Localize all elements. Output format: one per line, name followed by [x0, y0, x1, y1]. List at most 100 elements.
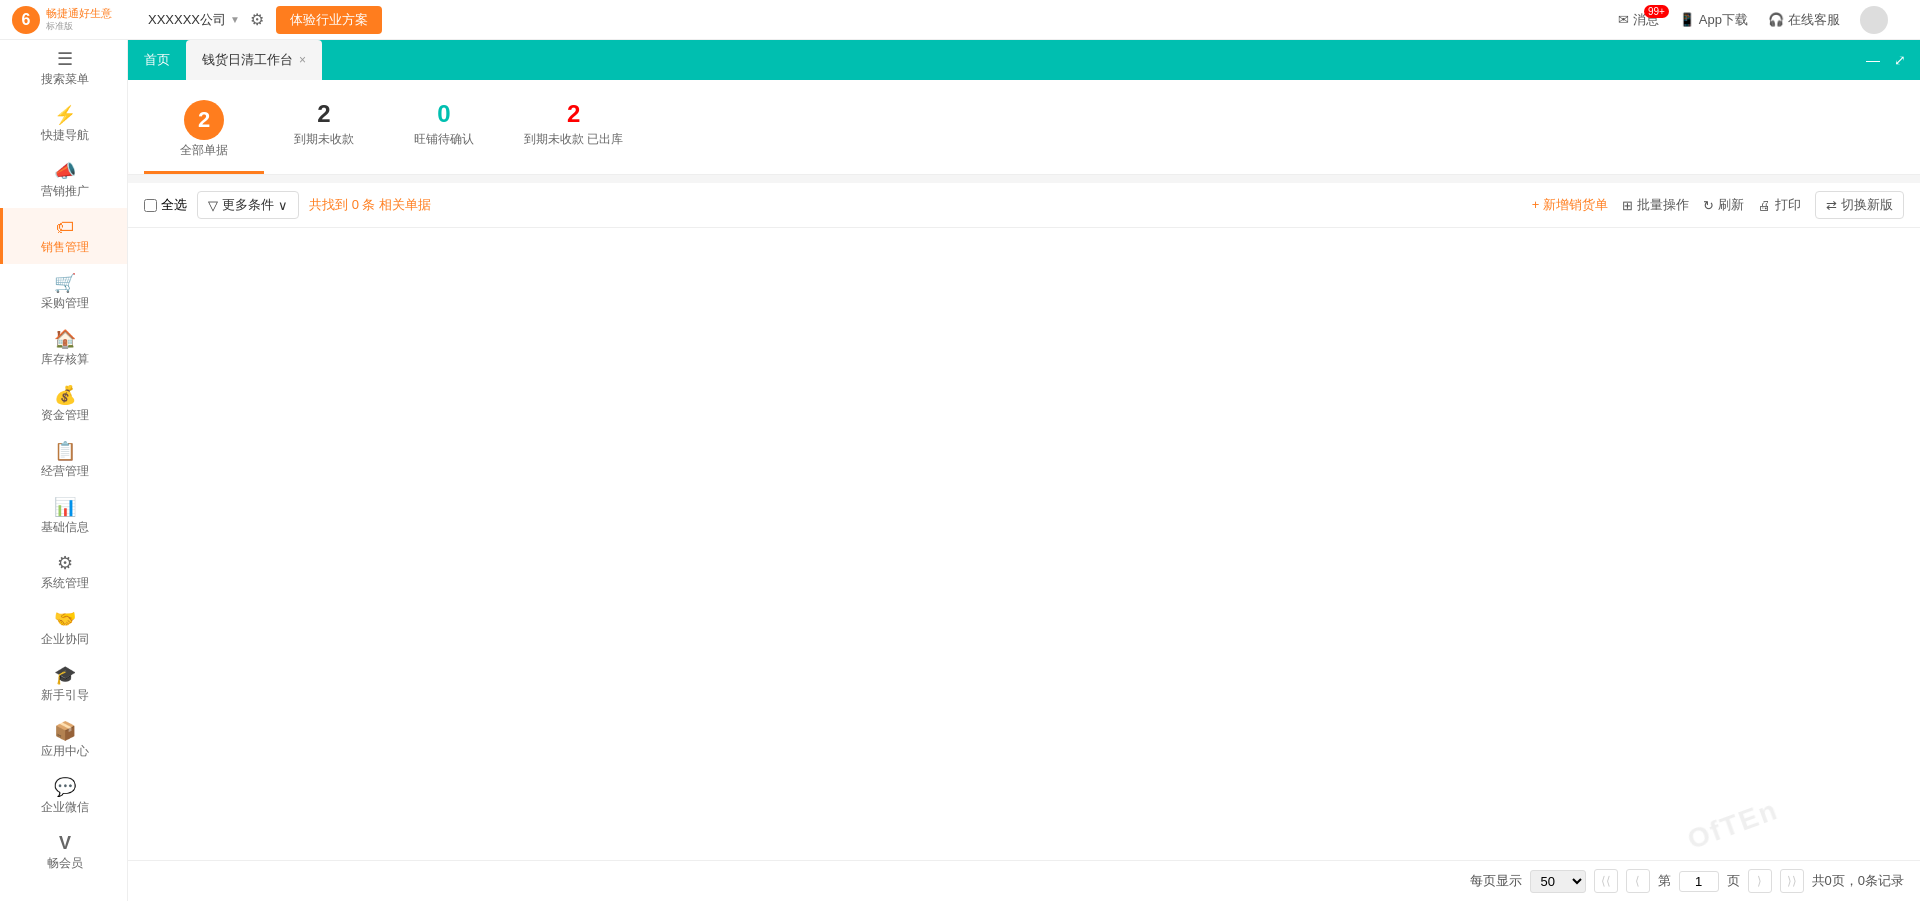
- filter-btn[interactable]: ▽ 更多条件 ∨: [197, 191, 299, 219]
- tab-bar: 首页 钱货日清工作台 × — ⤢: [128, 40, 1920, 80]
- count-text: 共找到: [309, 197, 348, 212]
- nav-icon: ⚡: [54, 106, 76, 124]
- online-service-item[interactable]: 🎧 在线客服: [1768, 11, 1840, 29]
- company-selector[interactable]: XXXXXX公司 ▼: [148, 11, 240, 29]
- prev-page-btn[interactable]: ⟨: [1626, 869, 1650, 893]
- sidebar-item-basic-info[interactable]: 📊 基础信息: [0, 488, 127, 544]
- stats-tabs: 2 全部单据 2 到期未收款 0 旺铺待确认 2 到期未收款 已出库: [128, 80, 1920, 175]
- apps-icon: 📦: [54, 722, 76, 740]
- sidebar-label-wechat: 企业微信: [41, 799, 89, 816]
- print-icon: 🖨: [1758, 198, 1771, 213]
- page-label: 第: [1658, 872, 1671, 890]
- switch-icon: ⇄: [1826, 198, 1837, 213]
- sidebar-item-search[interactable]: ☰ 搜索菜单: [0, 40, 127, 96]
- tab-workbench[interactable]: 钱货日清工作台 ×: [186, 40, 322, 80]
- enterprise-icon: 🤝: [54, 610, 76, 628]
- sidebar-item-enterprise[interactable]: 🤝 企业协同: [0, 600, 127, 656]
- online-service-label: 在线客服: [1788, 11, 1840, 29]
- stat-num-all: 2: [184, 100, 224, 140]
- stat-label-shipped: 到期未收款 已出库: [524, 131, 623, 148]
- sidebar-item-inventory[interactable]: 🏠 库存核算: [0, 320, 127, 376]
- sidebar-item-system[interactable]: ⚙ 系统管理: [0, 544, 127, 600]
- tab-expand-btn[interactable]: ⤢: [1890, 50, 1910, 70]
- page-suffix: 页: [1727, 872, 1740, 890]
- toolbar: 全选 ▽ 更多条件 ∨ 共找到 0 条 相关单据 + 新增销货单 ⊞: [128, 183, 1920, 228]
- inventory-icon: 🏠: [54, 330, 76, 348]
- refresh-icon: ↻: [1703, 198, 1714, 213]
- message-item[interactable]: ✉ 消息 99+: [1618, 11, 1659, 29]
- purchase-icon: 🛒: [54, 274, 76, 292]
- page-input[interactable]: [1679, 871, 1719, 892]
- sidebar-item-nav[interactable]: ⚡ 快捷导航: [0, 96, 127, 152]
- next-page-btn[interactable]: ⟩: [1748, 869, 1772, 893]
- sidebar-item-apps[interactable]: 📦 应用中心: [0, 712, 127, 768]
- tab-minimize-btn[interactable]: —: [1862, 50, 1884, 70]
- sidebar: ☰ 搜索菜单 ⚡ 快捷导航 📣 营销推广 🏷 销售管理 🛒 采购管理 🏠 库存核…: [0, 40, 128, 901]
- sidebar-item-finance[interactable]: 💰 资金管理: [0, 376, 127, 432]
- trial-button[interactable]: 体验行业方案: [276, 6, 382, 34]
- company-name: XXXXXX公司: [148, 11, 226, 29]
- sidebar-label-basic-info: 基础信息: [41, 519, 89, 536]
- finance-icon: 💰: [54, 386, 76, 404]
- select-all-text: 全选: [161, 196, 187, 214]
- per-page-label: 每页显示: [1470, 872, 1522, 890]
- select-all-checkbox[interactable]: [144, 199, 157, 212]
- toolbar-right: + 新增销货单 ⊞ 批量操作 ↻ 刷新 🖨 打印 ⇄: [1532, 191, 1904, 219]
- stat-tab-shipped[interactable]: 2 到期未收款 已出库: [504, 92, 643, 174]
- settings-icon[interactable]: ⚙: [250, 10, 264, 29]
- stat-label-overdue: 到期未收款: [284, 131, 364, 148]
- app-download-icon: 📱: [1679, 12, 1695, 27]
- tab-bar-actions: — ⤢: [1862, 50, 1920, 70]
- app-download-label: App下载: [1699, 11, 1748, 29]
- sidebar-item-wechat[interactable]: 💬 企业微信: [0, 768, 127, 824]
- app-download-item[interactable]: 📱 App下载: [1679, 11, 1748, 29]
- system-icon: ⚙: [57, 554, 73, 572]
- logo-icon: 6: [12, 6, 40, 34]
- logo-text: 畅捷通好生意: [46, 6, 112, 20]
- sidebar-item-sales[interactable]: 🏷 销售管理: [0, 208, 127, 264]
- stat-tab-wangpu[interactable]: 0 旺铺待确认: [384, 92, 504, 174]
- sidebar-item-member[interactable]: V 畅会员: [0, 824, 127, 880]
- main-layout: ☰ 搜索菜单 ⚡ 快捷导航 📣 营销推广 🏷 销售管理 🛒 采购管理 🏠 库存核…: [0, 40, 1920, 901]
- sales-icon: 🏷: [56, 218, 74, 236]
- sidebar-item-management[interactable]: 📋 经营管理: [0, 432, 127, 488]
- sidebar-item-marketing[interactable]: 📣 营销推广: [0, 152, 127, 208]
- avatar[interactable]: [1860, 6, 1888, 34]
- pagination: 每页显示 50 100 200 ⟨⟨ ⟨ 第 页 ⟩ ⟩⟩ 共0页，0条记录: [128, 860, 1920, 901]
- search-menu-icon: ☰: [57, 50, 73, 68]
- refresh-btn[interactable]: ↻ 刷新: [1703, 196, 1744, 214]
- tab-close-icon[interactable]: ×: [299, 53, 306, 67]
- per-page-select[interactable]: 50 100 200: [1530, 870, 1586, 893]
- online-service-icon: 🎧: [1768, 12, 1784, 27]
- select-all-label[interactable]: 全选: [144, 196, 187, 214]
- count-unit: 条: [362, 197, 375, 212]
- first-page-btn[interactable]: ⟨⟨: [1594, 869, 1618, 893]
- stat-num-wangpu: 0: [404, 100, 484, 129]
- logo-text-area: 畅捷通好生意 标准版: [46, 6, 112, 33]
- filter-label: 更多条件: [222, 196, 274, 214]
- sidebar-label-enterprise: 企业协同: [41, 631, 89, 648]
- top-header: 6 畅捷通好生意 标准版 XXXXXX公司 ▼ ⚙ 体验行业方案 ✉ 消息 99…: [0, 0, 1920, 40]
- wechat-icon: 💬: [54, 778, 76, 796]
- logo-area: 6 畅捷通好生意 标准版: [12, 6, 140, 34]
- sidebar-label-management: 经营管理: [41, 463, 89, 480]
- print-btn[interactable]: 🖨 打印: [1758, 196, 1801, 214]
- stat-tab-overdue[interactable]: 2 到期未收款: [264, 92, 384, 174]
- new-order-btn[interactable]: + 新增销货单: [1532, 196, 1608, 214]
- filter-arrow-icon: ∨: [278, 198, 288, 213]
- related-label: 相关单据: [379, 197, 431, 212]
- tab-workbench-label: 钱货日清工作台: [202, 51, 293, 69]
- stat-tab-all[interactable]: 2 全部单据: [144, 92, 264, 174]
- switch-version-btn[interactable]: ⇄ 切换新版: [1815, 191, 1904, 219]
- sidebar-label-apps: 应用中心: [41, 743, 89, 760]
- last-page-btn[interactable]: ⟩⟩: [1780, 869, 1804, 893]
- sidebar-label-purchase: 采购管理: [41, 295, 89, 312]
- batch-icon: ⊞: [1622, 198, 1633, 213]
- tab-home[interactable]: 首页: [128, 40, 186, 80]
- refresh-label: 刷新: [1718, 196, 1744, 214]
- print-label: 打印: [1775, 196, 1801, 214]
- stat-label-wangpu: 旺铺待确认: [404, 131, 484, 148]
- sidebar-item-purchase[interactable]: 🛒 采购管理: [0, 264, 127, 320]
- batch-btn[interactable]: ⊞ 批量操作: [1622, 196, 1689, 214]
- sidebar-item-guide[interactable]: 🎓 新手引导: [0, 656, 127, 712]
